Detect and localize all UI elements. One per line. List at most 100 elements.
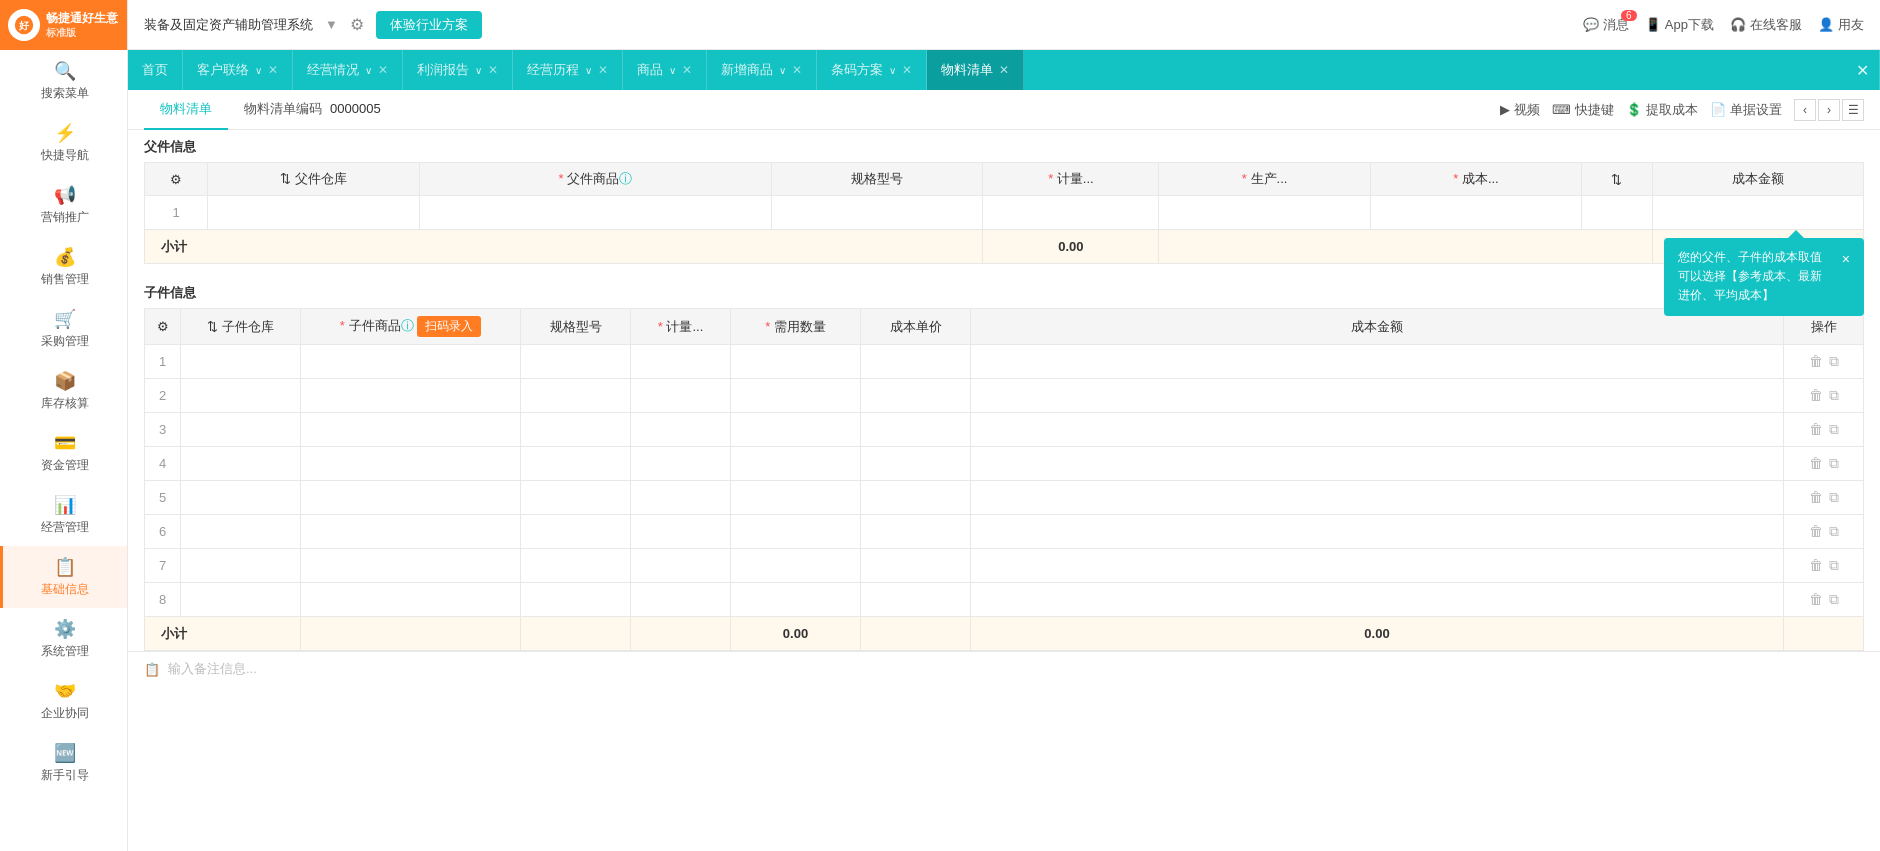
child-row-5-spec[interactable] (521, 481, 631, 515)
child-th-warehouse[interactable]: ⇅ 子件仓库 (181, 309, 301, 345)
child-row-8-spec[interactable] (521, 583, 631, 617)
child-row-1-warehouse[interactable] (181, 345, 301, 379)
toolbar-shortcut[interactable]: ⌨ 快捷键 (1552, 101, 1614, 119)
child-row-1-qty[interactable] (731, 345, 861, 379)
child-row-3-cost-amount[interactable] (971, 413, 1784, 447)
parent-th-production[interactable]: * 生产... (1159, 163, 1370, 196)
dropdown-arrow[interactable]: ▼ (325, 17, 338, 32)
child-row-6-qty[interactable] (731, 515, 861, 549)
sidebar-item-guide[interactable]: 🆕新手引导 (0, 732, 127, 794)
child-row-7-qty[interactable] (731, 549, 861, 583)
child-row-6-goods[interactable] (301, 515, 521, 549)
delete-icon-3[interactable]: 🗑 (1809, 421, 1823, 438)
prev-arrow[interactable]: ‹ (1794, 99, 1816, 121)
child-th-spec[interactable]: 规格型号 (521, 309, 631, 345)
tab-bom-close[interactable]: ✕ (999, 63, 1009, 77)
delete-icon-2[interactable]: 🗑 (1809, 387, 1823, 404)
sidebar-item-system[interactable]: ⚙️系统管理 (0, 608, 127, 670)
sidebar-item-basic[interactable]: 📋基础信息 (0, 546, 127, 608)
tab-add-goods[interactable]: 新增商品∨✕ (707, 50, 817, 90)
child-row-1-unit-cost[interactable] (861, 345, 971, 379)
child-row-6-unit-cost[interactable] (861, 515, 971, 549)
tab-bom[interactable]: 物料清单✕ (927, 50, 1024, 90)
child-row-7-unit-cost[interactable] (861, 549, 971, 583)
tab-barcode[interactable]: 条码方案∨✕ (817, 50, 927, 90)
child-row-5-measure[interactable] (631, 481, 731, 515)
child-row-7-measure[interactable] (631, 549, 731, 583)
parent-th-cost[interactable]: * 成本... (1370, 163, 1581, 196)
child-row-2-qty[interactable] (731, 379, 861, 413)
child-row-5-warehouse[interactable] (181, 481, 301, 515)
child-row-3-unit-cost[interactable] (861, 413, 971, 447)
tab-close-all[interactable]: ✕ (1846, 50, 1880, 90)
child-row-5-qty[interactable] (731, 481, 861, 515)
child-row-2-spec[interactable] (521, 379, 631, 413)
copy-icon-6[interactable]: ⧉ (1829, 523, 1839, 540)
child-row-8-unit-cost[interactable] (861, 583, 971, 617)
copy-icon-3[interactable]: ⧉ (1829, 421, 1839, 438)
delete-icon-5[interactable]: 🗑 (1809, 489, 1823, 506)
sidebar-item-quick-nav[interactable]: ⚡快捷导航 (0, 112, 127, 174)
child-row-5-cost-amount[interactable] (971, 481, 1784, 515)
sidebar-item-sales[interactable]: 💰销售管理 (0, 236, 127, 298)
child-row-4-spec[interactable] (521, 447, 631, 481)
parent-row-1-warehouse[interactable] (208, 196, 419, 230)
child-row-6-measure[interactable] (631, 515, 731, 549)
sidebar-item-finance[interactable]: 💳资金管理 (0, 422, 127, 484)
child-row-8-goods[interactable] (301, 583, 521, 617)
tab-home[interactable]: 首页 (128, 50, 183, 90)
tab-ops-history-close[interactable]: ✕ (598, 63, 608, 77)
sidebar-item-marketing[interactable]: 📢营销推广 (0, 174, 127, 236)
delete-icon-4[interactable]: 🗑 (1809, 455, 1823, 472)
child-row-8-qty[interactable] (731, 583, 861, 617)
toolbar-extract-cost[interactable]: 💲 提取成本 (1626, 101, 1698, 119)
parent-row-1-cost-amount[interactable] (1652, 196, 1863, 230)
sidebar-item-ops[interactable]: 📊经营管理 (0, 484, 127, 546)
child-row-6-cost-amount[interactable] (971, 515, 1784, 549)
tab-profit-close[interactable]: ✕ (488, 63, 498, 77)
delete-icon-7[interactable]: 🗑 (1809, 557, 1823, 574)
sub-tab-bom-list[interactable]: 物料清单 (144, 90, 228, 130)
parent-th-gear[interactable]: ⚙ (145, 163, 208, 196)
child-row-5-unit-cost[interactable] (861, 481, 971, 515)
child-row-1-cost-amount[interactable] (971, 345, 1784, 379)
gear-settings-icon[interactable]: ⚙ (350, 15, 364, 34)
child-row-2-measure[interactable] (631, 379, 731, 413)
child-th-measure[interactable]: * 计量... (631, 309, 731, 345)
child-row-8-warehouse[interactable] (181, 583, 301, 617)
app-download-btn[interactable]: 📱 App下载 (1645, 16, 1714, 34)
child-row-4-cost-amount[interactable] (971, 447, 1784, 481)
user-btn[interactable]: 👤 用友 (1818, 16, 1864, 34)
delete-icon-8[interactable]: 🗑 (1809, 591, 1823, 608)
tab-ops-history[interactable]: 经营历程∨✕ (513, 50, 623, 90)
tab-customer[interactable]: 客户联络∨✕ (183, 50, 293, 90)
message-btn[interactable]: 💬 消息 6 (1583, 16, 1629, 34)
sidebar-item-purchase[interactable]: 🛒采购管理 (0, 298, 127, 360)
child-row-6-spec[interactable] (521, 515, 631, 549)
parent-th-measure[interactable]: * 计量... (983, 163, 1159, 196)
child-row-4-goods[interactable] (301, 447, 521, 481)
child-row-6-warehouse[interactable] (181, 515, 301, 549)
child-th-goods[interactable]: * 子件商品ⓘ 扫码录入 (301, 309, 521, 345)
tab-add-goods-close[interactable]: ✕ (792, 63, 802, 77)
child-row-3-warehouse[interactable] (181, 413, 301, 447)
child-row-1-spec[interactable] (521, 345, 631, 379)
delete-icon-1[interactable]: 🗑 (1809, 353, 1823, 370)
delete-icon-6[interactable]: 🗑 (1809, 523, 1823, 540)
child-row-3-goods[interactable] (301, 413, 521, 447)
parent-th-goods[interactable]: * 父件商品ⓘ (419, 163, 771, 196)
copy-icon-8[interactable]: ⧉ (1829, 591, 1839, 608)
tab-ops-status-close[interactable]: ✕ (378, 63, 388, 77)
parent-row-1-spec[interactable] (771, 196, 982, 230)
tab-goods[interactable]: 商品∨✕ (623, 50, 707, 90)
toolbar-view[interactable]: ▶ 视频 (1500, 101, 1540, 119)
tab-profit[interactable]: 利润报告∨✕ (403, 50, 513, 90)
child-th-gear[interactable]: ⚙ (145, 309, 181, 345)
toolbar-single-settings[interactable]: 📄 单据设置 (1710, 101, 1782, 119)
tab-goods-close[interactable]: ✕ (682, 63, 692, 77)
online-service-btn[interactable]: 🎧 在线客服 (1730, 16, 1802, 34)
parent-row-1-production[interactable] (1159, 196, 1370, 230)
copy-icon-7[interactable]: ⧉ (1829, 557, 1839, 574)
parent-row-1-goods[interactable] (419, 196, 771, 230)
child-th-qty[interactable]: * 需用数量 (731, 309, 861, 345)
